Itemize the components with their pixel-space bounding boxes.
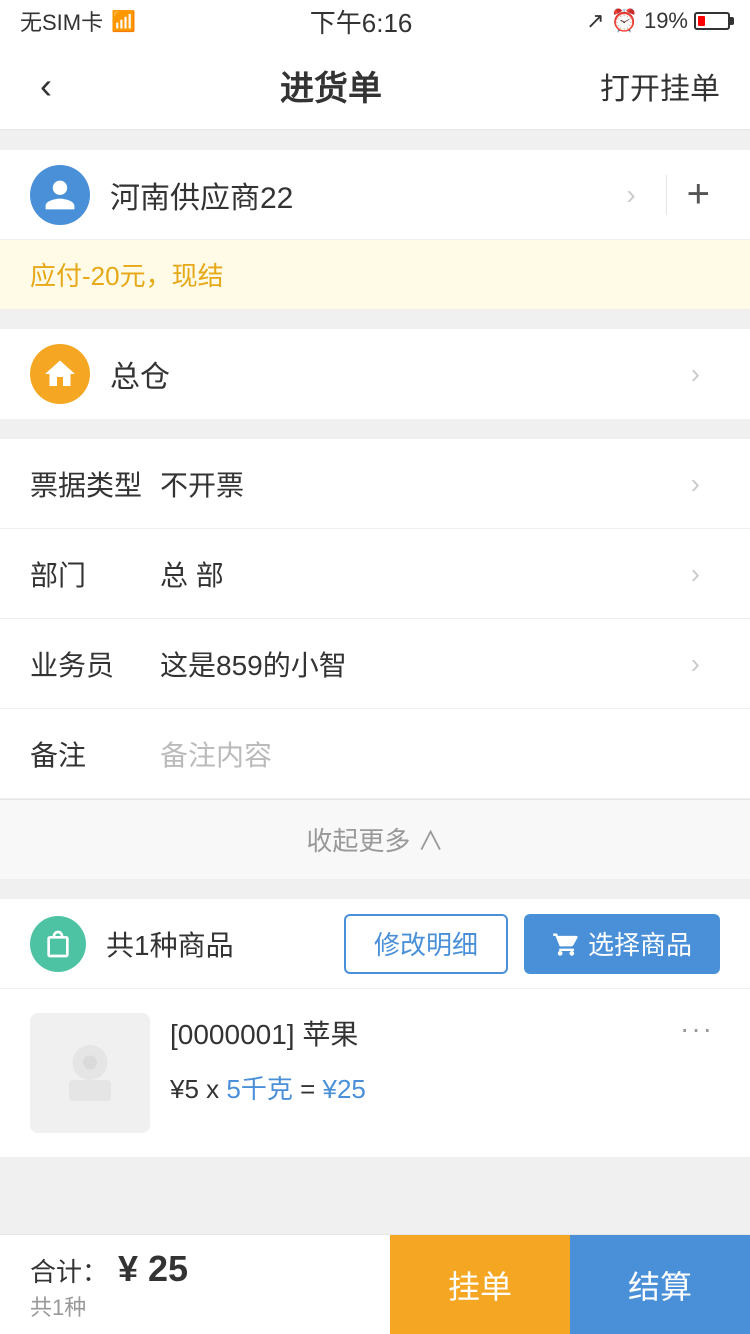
invoice-value: 不开票 bbox=[160, 464, 691, 504]
cart-icon bbox=[552, 930, 580, 958]
battery-fill bbox=[698, 16, 705, 26]
open-hang-button[interactable]: 打开挂单 bbox=[600, 64, 720, 108]
payment-hint: 应付-20元，现结 bbox=[0, 240, 750, 309]
remark-row[interactable]: 备注 备注内容 bbox=[0, 709, 750, 799]
invoice-label: 票据类型 bbox=[30, 464, 160, 504]
product-more-button[interactable]: ··· bbox=[674, 1013, 720, 1045]
page-title: 进货单 bbox=[280, 61, 382, 110]
sales-value: 这是859的小智 bbox=[160, 644, 691, 684]
product-name: [0000001] 苹果 bbox=[170, 1013, 674, 1053]
collapse-row[interactable]: 收起更多 ∧ bbox=[0, 799, 750, 879]
supplier-name: 河南供应商22 bbox=[110, 173, 626, 217]
section-gap-3 bbox=[0, 419, 750, 439]
form-section: 票据类型 不开票 › 部门 总 部 › 业务员 这是859的小智 › 备注 备注… bbox=[0, 439, 750, 879]
status-right: ↗ ⏰ 19% bbox=[586, 8, 730, 34]
wifi-icon: 📶 bbox=[111, 9, 136, 34]
warehouse-svg bbox=[42, 356, 78, 392]
alarm-icon: ⏰ bbox=[611, 8, 638, 34]
dept-value: 总 部 bbox=[160, 554, 691, 594]
warehouse-section: 总仓 › bbox=[0, 329, 750, 419]
price-equals: = bbox=[300, 1074, 322, 1104]
product-total: ¥25 bbox=[323, 1074, 366, 1104]
dept-label: 部门 bbox=[30, 554, 160, 594]
supplier-avatar bbox=[30, 165, 90, 225]
select-product-button[interactable]: 选择商品 bbox=[524, 914, 720, 974]
add-supplier-button[interactable]: + bbox=[677, 172, 720, 217]
dept-chevron-icon: › bbox=[691, 558, 700, 590]
location-icon: ↗ bbox=[586, 8, 604, 34]
price-multiply: x bbox=[206, 1074, 226, 1104]
battery-icon bbox=[694, 12, 730, 30]
checkout-button[interactable]: 结算 bbox=[570, 1235, 750, 1334]
product-price: ¥5 x 5千克 = ¥25 bbox=[170, 1069, 674, 1106]
warehouse-chevron-icon: › bbox=[691, 358, 700, 390]
supplier-row[interactable]: 河南供应商22 › + bbox=[0, 150, 750, 240]
select-product-label: 选择商品 bbox=[588, 925, 692, 962]
section-gap-2 bbox=[0, 309, 750, 329]
supplier-divider bbox=[666, 175, 667, 215]
total-amount: ¥ 25 bbox=[118, 1248, 188, 1290]
product-header: 共1种商品 修改明细 选择商品 bbox=[0, 899, 750, 989]
product-info: [0000001] 苹果 ¥5 x 5千克 = ¥25 bbox=[170, 1013, 674, 1106]
hang-button[interactable]: 挂单 bbox=[390, 1235, 570, 1334]
product-item: [0000001] 苹果 ¥5 x 5千克 = ¥25 ··· bbox=[0, 989, 750, 1158]
time-label: 下午6:16 bbox=[310, 3, 413, 40]
collapse-label: 收起更多 ∧ bbox=[306, 821, 443, 858]
remark-label: 备注 bbox=[30, 734, 160, 774]
product-thumb-icon bbox=[55, 1038, 125, 1108]
section-gap-1 bbox=[0, 130, 750, 150]
product-count: 共1种商品 bbox=[106, 924, 344, 964]
status-left: 无SIM卡 📶 bbox=[20, 5, 136, 37]
total-label: 合计： ¥ 25 bbox=[30, 1248, 360, 1290]
sales-label: 业务员 bbox=[30, 644, 160, 684]
shopping-bag-icon bbox=[42, 928, 74, 960]
warehouse-name: 总仓 bbox=[110, 352, 691, 396]
chevron-right-icon: › bbox=[626, 179, 635, 211]
battery-percent: 19% bbox=[644, 8, 688, 34]
invoice-chevron-icon: › bbox=[691, 468, 700, 500]
warehouse-row[interactable]: 总仓 › bbox=[0, 329, 750, 419]
invoice-row[interactable]: 票据类型 不开票 › bbox=[0, 439, 750, 529]
price-value: ¥5 bbox=[170, 1074, 199, 1104]
sales-row[interactable]: 业务员 这是859的小智 › bbox=[0, 619, 750, 709]
dept-row[interactable]: 部门 总 部 › bbox=[0, 529, 750, 619]
product-header-icon bbox=[30, 916, 86, 972]
total-label-text: 合计： bbox=[30, 1252, 108, 1289]
product-code: [0000001] bbox=[170, 1019, 302, 1050]
section-gap-4 bbox=[0, 879, 750, 899]
sales-chevron-icon: › bbox=[691, 648, 700, 680]
supplier-section: 河南供应商22 › + 应付-20元，现结 bbox=[0, 150, 750, 309]
carrier-label: 无SIM卡 bbox=[20, 5, 103, 37]
total-count: 共1种 bbox=[30, 1290, 360, 1322]
bottom-bar: 合计： ¥ 25 共1种 挂单 结算 bbox=[0, 1234, 750, 1334]
remark-input[interactable]: 备注内容 bbox=[160, 734, 720, 774]
total-section: 合计： ¥ 25 共1种 bbox=[0, 1248, 390, 1322]
back-button[interactable]: ‹ bbox=[30, 55, 62, 117]
modify-detail-button[interactable]: 修改明细 bbox=[344, 914, 508, 974]
product-thumbnail bbox=[30, 1013, 150, 1133]
person-icon bbox=[42, 177, 78, 213]
warehouse-icon bbox=[30, 344, 90, 404]
nav-bar: ‹ 进货单 打开挂单 bbox=[0, 42, 750, 130]
status-bar: 无SIM卡 📶 下午6:16 ↗ ⏰ 19% bbox=[0, 0, 750, 42]
product-qty: 5千克 bbox=[226, 1074, 292, 1104]
